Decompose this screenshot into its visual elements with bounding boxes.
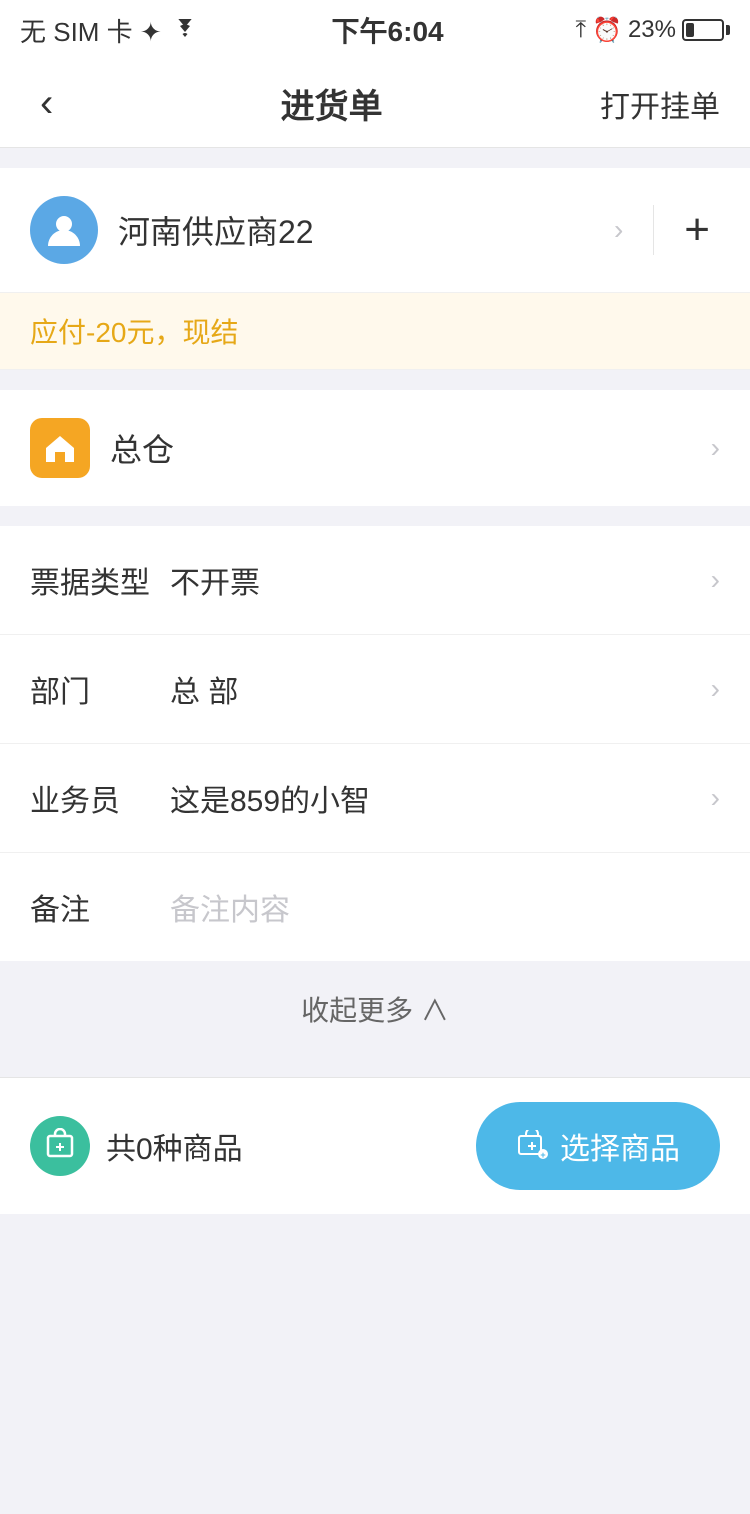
- location-icon: ⤒: [575, 16, 586, 44]
- salesperson-chevron-icon: ›: [711, 782, 720, 814]
- supplier-avatar: [30, 196, 98, 264]
- svg-text:+: +: [540, 1150, 545, 1160]
- content-area: [0, 1214, 750, 1514]
- supplier-chevron-icon: ›: [614, 214, 623, 246]
- status-time: 下午6:04: [332, 10, 444, 50]
- warehouse-name: 总仓: [110, 425, 701, 471]
- status-right: ⤒ ⏰ 23%: [575, 16, 730, 45]
- department-chevron-icon: ›: [711, 673, 720, 705]
- wifi-icon: [170, 19, 200, 41]
- invoice-type-row[interactable]: 票据类型 不开票 ›: [0, 526, 750, 635]
- select-products-button[interactable]: + 选择商品: [476, 1102, 720, 1190]
- add-supplier-button[interactable]: +: [674, 205, 720, 255]
- status-bar: 无 SIM 卡 ✦ 下午6:04 ⤒ ⏰ 23%: [0, 0, 750, 60]
- cart-icon: [42, 1128, 78, 1164]
- department-value: 总 部: [170, 667, 701, 711]
- form-section: 票据类型 不开票 › 部门 总 部 › 业务员 这是859的小智 › 备注 备注…: [0, 526, 750, 961]
- status-left: 无 SIM 卡 ✦: [20, 12, 200, 49]
- department-row[interactable]: 部门 总 部 ›: [0, 635, 750, 744]
- remark-label: 备注: [30, 885, 170, 929]
- open-pending-button[interactable]: 打开挂单: [600, 82, 720, 126]
- product-count-text: 共0种商品: [106, 1124, 243, 1168]
- back-button[interactable]: ‹: [30, 71, 63, 136]
- section-gap-1: [0, 148, 750, 168]
- page-title: 进货单: [281, 79, 383, 128]
- house-icon: [42, 430, 78, 466]
- remark-input[interactable]: 备注内容: [170, 885, 720, 929]
- invoice-type-chevron-icon: ›: [711, 564, 720, 596]
- bottom-bar: 共0种商品 + 选择商品: [0, 1077, 750, 1214]
- salesperson-value: 这是859的小智: [170, 776, 701, 820]
- salesperson-label: 业务员: [30, 776, 170, 820]
- product-icon: [30, 1116, 90, 1176]
- battery-percent: 23%: [628, 16, 676, 44]
- section-gap-2: [0, 1057, 750, 1077]
- supplier-row[interactable]: 河南供应商22 › +: [0, 168, 750, 293]
- nav-bar: ‹ 进货单 打开挂单: [0, 60, 750, 148]
- salesperson-row[interactable]: 业务员 这是859的小智 ›: [0, 744, 750, 853]
- alert-banner: 应付-20元，现结: [0, 293, 750, 370]
- remark-row[interactable]: 备注 备注内容: [0, 853, 750, 961]
- vertical-divider: [653, 205, 654, 255]
- battery-icon: [682, 19, 730, 41]
- department-label: 部门: [30, 667, 170, 711]
- warehouse-card: 总仓 ›: [0, 390, 750, 506]
- select-products-label: 选择商品: [560, 1124, 680, 1168]
- warehouse-icon: [30, 418, 90, 478]
- warehouse-chevron-icon: ›: [711, 432, 720, 464]
- sim-status: 无 SIM 卡 ✦: [20, 12, 162, 49]
- alarm-icon: ⏰: [592, 16, 622, 45]
- warehouse-row[interactable]: 总仓 ›: [0, 390, 750, 506]
- select-cart-icon: +: [516, 1130, 548, 1162]
- person-icon: [44, 210, 84, 250]
- supplier-card: 河南供应商22 › + 应付-20元，现结: [0, 168, 750, 370]
- collapse-label: 收起更多 ∧: [301, 989, 449, 1029]
- invoice-type-value: 不开票: [170, 558, 701, 602]
- invoice-type-label: 票据类型: [30, 558, 170, 602]
- collapse-button[interactable]: 收起更多 ∧: [0, 961, 750, 1057]
- product-count-area: 共0种商品: [30, 1116, 243, 1176]
- supplier-name: 河南供应商22: [118, 207, 614, 253]
